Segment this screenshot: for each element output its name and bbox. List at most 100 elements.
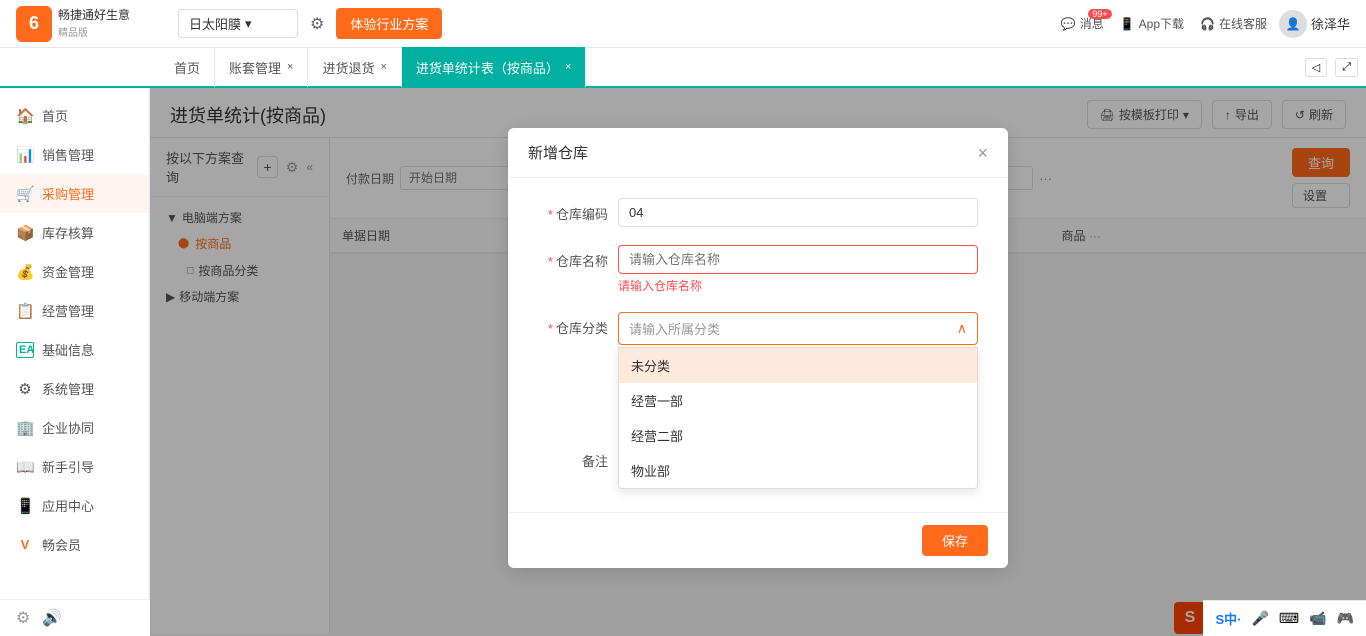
logo-icon: 6 bbox=[16, 6, 52, 42]
category-placeholder: 请输入所属分类 bbox=[629, 319, 720, 338]
sidebar-item-home[interactable]: 🏠 首页 bbox=[0, 96, 149, 135]
name-error-msg: 请输入仓库名称 bbox=[618, 277, 978, 294]
sidebar-sales-label: 销售管理 bbox=[42, 145, 94, 164]
sidebar-item-apps[interactable]: 📱 应用中心 bbox=[0, 486, 149, 525]
dropdown-option-2[interactable]: 经营二部 bbox=[619, 418, 977, 453]
home-tab-label: 首页 bbox=[174, 58, 200, 77]
purchase-return-tab-label: 进货退货 bbox=[322, 58, 374, 77]
settings-icon[interactable]: ⚙ bbox=[310, 14, 324, 34]
header-actions: 💬 消息 99+ 📱 App下载 🎧 在线客服 👤 徐泽华 bbox=[1061, 10, 1350, 38]
content-area: 进货单统计(按商品) 🖨 按模板打印 ▾ ↑ 导出 ↺ 刷新 bbox=[150, 88, 1366, 636]
app-download-item[interactable]: 📱 App下载 bbox=[1120, 15, 1184, 32]
name-input[interactable] bbox=[618, 245, 978, 274]
dropdown-arrow-icon: ▾ bbox=[245, 16, 252, 32]
tab-prev-btn[interactable]: ◁ bbox=[1305, 58, 1327, 77]
basic-info-icon: EA bbox=[16, 342, 34, 358]
sidebar-item-member[interactable]: V 畅会员 bbox=[0, 525, 149, 564]
status-bar: S中· 🎤 ⌨ 📹 🎮 bbox=[1203, 600, 1366, 636]
finance-icon: 💰 bbox=[16, 263, 34, 281]
gamepad-icon[interactable]: 🎮 bbox=[1337, 610, 1354, 627]
sidebar-bottom: ⚙ 🔊 bbox=[0, 599, 150, 636]
category-form-row: 仓库分类 请输入所属分类 ∧ 未分类 经营一部 经营二部 物业 bbox=[538, 312, 978, 345]
tab-accounts[interactable]: 账套管理 × bbox=[215, 47, 308, 87]
category-dropdown[interactable]: 请输入所属分类 ∧ bbox=[618, 312, 978, 345]
sidebar-item-finance[interactable]: 💰 资金管理 bbox=[0, 252, 149, 291]
accounts-tab-label: 账套管理 bbox=[229, 58, 281, 77]
message-icon: 💬 bbox=[1061, 17, 1076, 31]
sidebar-item-sales[interactable]: 📊 销售管理 bbox=[0, 135, 149, 174]
sidebar-basic-info-label: 基础信息 bbox=[42, 340, 94, 359]
username-label: 徐泽华 bbox=[1311, 14, 1350, 33]
tab-close-purchase-return[interactable]: × bbox=[380, 61, 386, 73]
top-header: 6 畅捷通好生意 精品版 日太阳膜 ▾ ⚙ 体验行业方案 💬 消息 99+ 📱 … bbox=[0, 0, 1366, 48]
code-input[interactable] bbox=[618, 198, 978, 227]
purchase-icon: 🛒 bbox=[16, 185, 34, 203]
sidebar-member-label: 畅会员 bbox=[42, 535, 81, 554]
tab-close-purchase-stats[interactable]: × bbox=[565, 61, 571, 73]
name-label: 仓库名称 bbox=[538, 245, 618, 270]
tab-purchase-return[interactable]: 进货退货 × bbox=[308, 47, 401, 87]
tab-controls: ◁ ⤢ bbox=[1305, 58, 1366, 77]
name-input-wrap: 请输入仓库名称 bbox=[618, 245, 978, 294]
sidebar-operations-label: 经营管理 bbox=[42, 301, 94, 320]
sidebar-item-operations[interactable]: 📋 经营管理 bbox=[0, 291, 149, 330]
logo-text: 畅捷通好生意 bbox=[58, 8, 130, 24]
tab-expand-btn[interactable]: ⤢ bbox=[1335, 58, 1358, 77]
code-label: 仓库编码 bbox=[538, 198, 618, 223]
sidebar-home-label: 首页 bbox=[42, 106, 68, 125]
sidebar-item-guide[interactable]: 📖 新手引导 bbox=[0, 447, 149, 486]
keyboard-icon[interactable]: ⌨ bbox=[1279, 610, 1299, 627]
mobile-icon: 📱 bbox=[1120, 17, 1135, 31]
camera-icon[interactable]: 📹 bbox=[1309, 610, 1326, 627]
header-icon-group: 💬 消息 99+ 📱 App下载 🎧 在线客服 bbox=[1061, 15, 1267, 32]
modal-footer: 保存 bbox=[508, 512, 1008, 568]
sidebar: 🏠 首页 📊 销售管理 🛒 采购管理 📦 库存核算 💰 资金管理 📋 经营管理 … bbox=[0, 88, 150, 636]
modal-overlay: 新增仓库 × 仓库编码 仓库名称 bbox=[150, 88, 1366, 636]
dropdown-option-3[interactable]: 物业部 bbox=[619, 453, 977, 488]
tab-bar: 首页 账套管理 × 进货退货 × 进货单统计表（按商品） × ◁ ⤢ bbox=[0, 48, 1366, 88]
code-input-wrap bbox=[618, 198, 978, 227]
store-name: 日太阳膜 bbox=[189, 14, 241, 33]
inventory-icon: 📦 bbox=[16, 224, 34, 242]
sidebar-enterprise-label: 企业协同 bbox=[42, 418, 94, 437]
message-item[interactable]: 💬 消息 99+ bbox=[1061, 15, 1104, 32]
volume-icon[interactable]: 🔊 bbox=[42, 608, 62, 628]
dropdown-option-0[interactable]: 未分类 bbox=[619, 348, 977, 383]
sidebar-system-label: 系统管理 bbox=[42, 379, 94, 398]
tab-close-accounts[interactable]: × bbox=[287, 61, 293, 73]
ime-icon[interactable]: S中· bbox=[1215, 609, 1241, 628]
trial-button[interactable]: 体验行业方案 bbox=[336, 8, 442, 39]
settings-bottom-icon[interactable]: ⚙ bbox=[16, 608, 30, 628]
tab-home[interactable]: 首页 bbox=[160, 47, 215, 87]
system-icon: ⚙ bbox=[16, 380, 34, 398]
sidebar-item-purchase[interactable]: 🛒 采购管理 bbox=[0, 174, 149, 213]
main-layout: 🏠 首页 📊 销售管理 🛒 采购管理 📦 库存核算 💰 资金管理 📋 经营管理 … bbox=[0, 88, 1366, 636]
modal-header: 新增仓库 × bbox=[508, 128, 1008, 178]
save-button[interactable]: 保存 bbox=[922, 525, 988, 556]
sidebar-apps-label: 应用中心 bbox=[42, 496, 94, 515]
user-avatar[interactable]: 👤 徐泽华 bbox=[1279, 10, 1350, 38]
modal-title: 新增仓库 bbox=[528, 142, 588, 163]
category-input-wrap: 请输入所属分类 ∧ 未分类 经营一部 经营二部 物业部 bbox=[618, 312, 978, 345]
logo-sub: 精品版 bbox=[58, 24, 130, 39]
dropdown-option-1[interactable]: 经营一部 bbox=[619, 383, 977, 418]
sidebar-item-system[interactable]: ⚙ 系统管理 bbox=[0, 369, 149, 408]
category-dropdown-list: 未分类 经营一部 经营二部 物业部 bbox=[618, 347, 978, 489]
logo-text-group: 畅捷通好生意 精品版 bbox=[58, 8, 130, 39]
sidebar-item-inventory[interactable]: 📦 库存核算 bbox=[0, 213, 149, 252]
mic-icon[interactable]: 🎤 bbox=[1251, 610, 1268, 627]
headset-icon: 🎧 bbox=[1200, 17, 1215, 31]
tab-purchase-stats[interactable]: 进货单统计表（按商品） × bbox=[402, 47, 586, 87]
sidebar-inventory-label: 库存核算 bbox=[42, 223, 94, 242]
code-form-row: 仓库编码 bbox=[538, 198, 978, 227]
message-badge: 99+ bbox=[1088, 9, 1111, 19]
online-service-label: 在线客服 bbox=[1219, 15, 1267, 32]
new-warehouse-modal: 新增仓库 × 仓库编码 仓库名称 bbox=[508, 128, 1008, 568]
store-selector[interactable]: 日太阳膜 ▾ bbox=[178, 9, 298, 38]
category-label: 仓库分类 bbox=[538, 312, 618, 337]
sidebar-item-enterprise[interactable]: 🏢 企业协同 bbox=[0, 408, 149, 447]
online-service-item[interactable]: 🎧 在线客服 bbox=[1200, 15, 1267, 32]
home-icon: 🏠 bbox=[16, 107, 34, 125]
modal-close-button[interactable]: × bbox=[977, 144, 988, 162]
sidebar-item-basic-info[interactable]: EA 基础信息 bbox=[0, 330, 149, 369]
